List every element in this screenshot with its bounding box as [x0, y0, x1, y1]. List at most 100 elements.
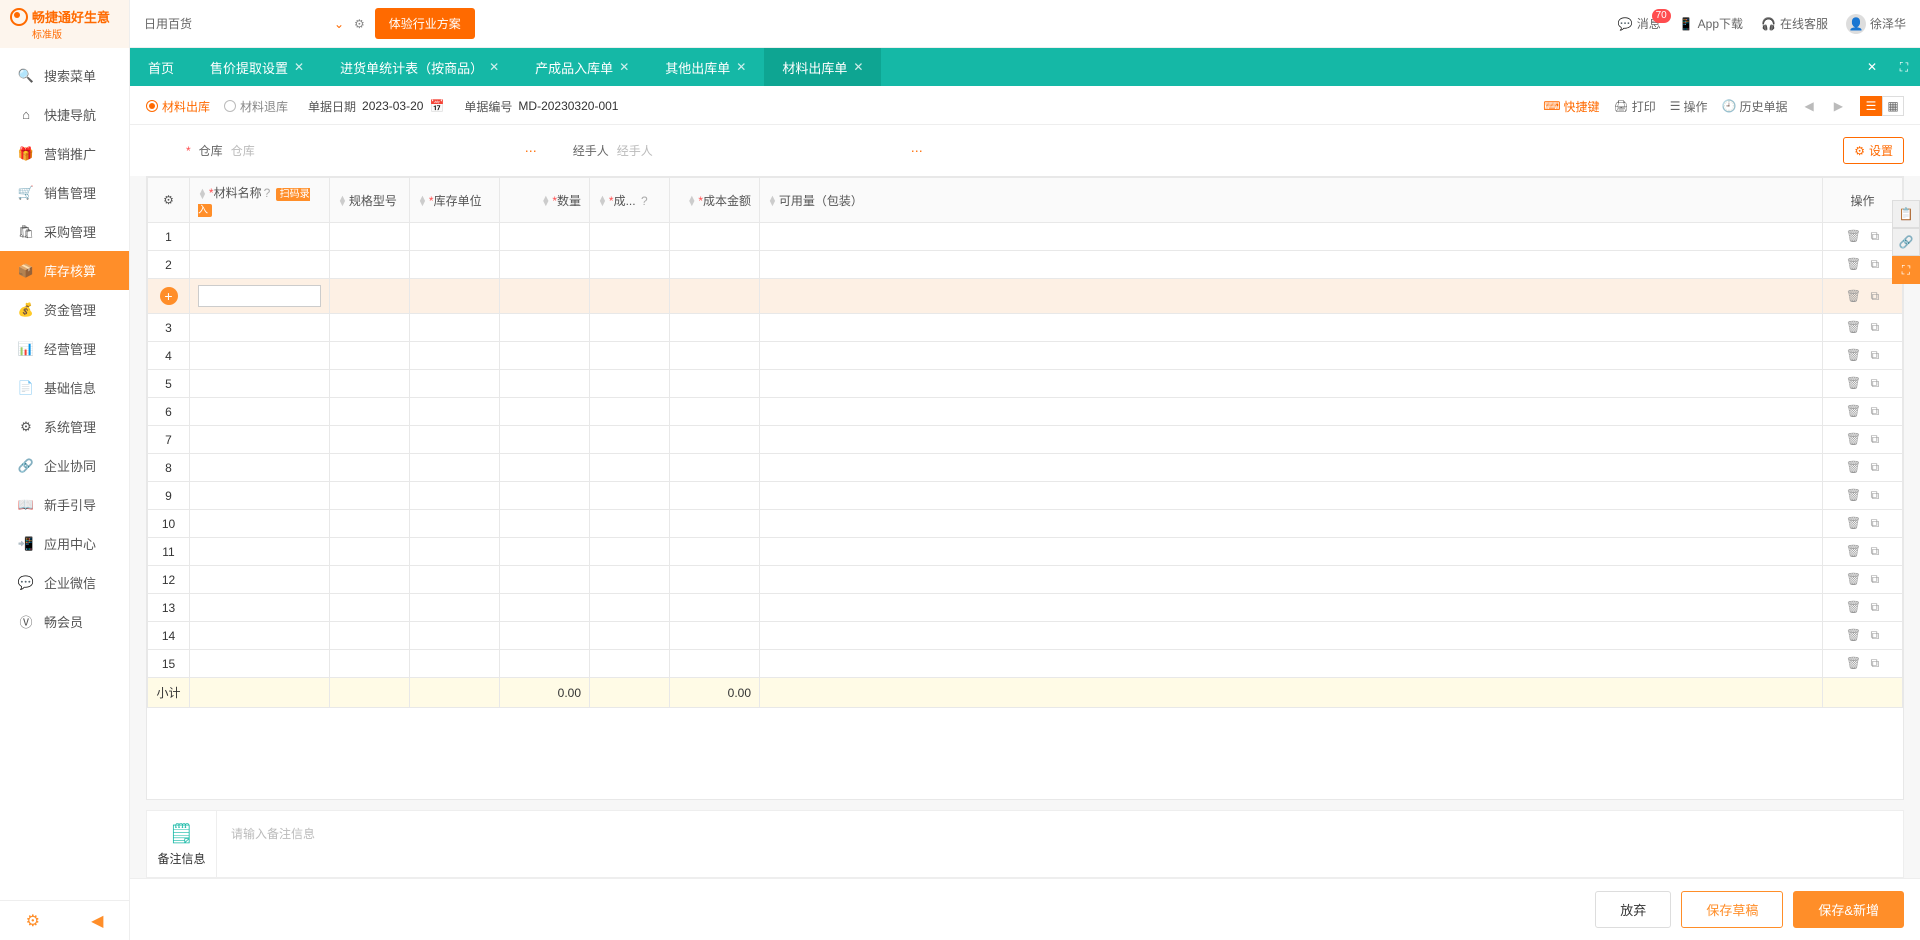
table-row[interactable]: + 🗑 ⧉	[148, 279, 1903, 314]
org-selector[interactable]: 日用百货 ⌄	[144, 15, 344, 32]
online-service-link[interactable]: 🎧 在线客服	[1761, 15, 1828, 32]
side-tool-2-icon[interactable]: 🔗	[1892, 228, 1920, 256]
calendar-icon[interactable]: 📅	[429, 99, 444, 113]
remark-input[interactable]: 请输入备注信息	[217, 811, 1903, 877]
sidebar-item-13[interactable]: 💬企业微信	[0, 563, 129, 602]
sidebar-item-12[interactable]: 📲应用中心	[0, 524, 129, 563]
trial-button[interactable]: 体验行业方案	[375, 8, 475, 39]
copy-row-icon[interactable]: ⧉	[1868, 460, 1883, 474]
table-row[interactable]: 8🗑 ⧉	[148, 454, 1903, 482]
view-grid-icon[interactable]: ▦	[1882, 96, 1904, 116]
shortcut-link[interactable]: ⌨ 快捷键	[1543, 98, 1599, 115]
table-row[interactable]: 10🗑 ⧉	[148, 510, 1903, 538]
copy-row-icon[interactable]: ⧉	[1868, 488, 1883, 502]
app-download-link[interactable]: 📱 App下载	[1679, 15, 1743, 32]
tab-4[interactable]: 其他出库单✕	[647, 48, 764, 86]
close-icon[interactable]: ✕	[853, 60, 863, 74]
col-cost-amt[interactable]: ▲▼*成本金额	[670, 178, 760, 223]
table-row[interactable]: 6🗑 ⧉	[148, 398, 1903, 426]
side-tool-1-icon[interactable]: 📋	[1892, 200, 1920, 228]
tab-3[interactable]: 产成品入库单✕	[517, 48, 647, 86]
delete-row-icon[interactable]: 🗑	[1843, 257, 1864, 271]
delete-row-icon[interactable]: 🗑	[1843, 229, 1864, 243]
tab-5[interactable]: 材料出库单✕	[764, 48, 881, 86]
delete-row-icon[interactable]: 🗑	[1843, 544, 1864, 558]
copy-row-icon[interactable]: ⧉	[1868, 628, 1883, 642]
sidebar-item-1[interactable]: ⌂快捷导航	[0, 95, 129, 134]
sidebar-item-3[interactable]: 🛒销售管理	[0, 173, 129, 212]
delete-row-icon[interactable]: 🗑	[1843, 600, 1864, 614]
close-icon[interactable]: ✕	[489, 60, 499, 74]
table-row[interactable]: 15🗑 ⧉	[148, 650, 1903, 678]
copy-row-icon[interactable]: ⧉	[1868, 516, 1883, 530]
sidebar-item-4[interactable]: 🛍采购管理	[0, 212, 129, 251]
sidebar-item-7[interactable]: 📊经营管理	[0, 329, 129, 368]
history-link[interactable]: 🕘 历史单据	[1722, 98, 1788, 115]
sidebar-item-10[interactable]: 🔗企业协同	[0, 446, 129, 485]
copy-row-icon[interactable]: ⧉	[1868, 289, 1883, 303]
collapse-sidebar-icon[interactable]: ◀	[91, 911, 103, 931]
col-material[interactable]: ▲▼*材料名称? 扫码录入	[190, 178, 330, 223]
tab-close-all-icon[interactable]: ✕	[1856, 48, 1888, 86]
sidebar-item-11[interactable]: 📖新手引导	[0, 485, 129, 524]
doc-date-value[interactable]: 2023-03-20	[362, 99, 423, 113]
tab-fullscreen-icon[interactable]: ⛶	[1888, 48, 1920, 86]
table-settings-button[interactable]: ⚙ 设置	[1843, 137, 1904, 164]
next-doc-icon[interactable]: ▶	[1831, 99, 1846, 113]
delete-row-icon[interactable]: 🗑	[1843, 348, 1864, 362]
col-settings-icon[interactable]: ⚙	[148, 178, 190, 223]
sidebar-item-8[interactable]: 📄基础信息	[0, 368, 129, 407]
table-row[interactable]: 14🗑 ⧉	[148, 622, 1903, 650]
delete-row-icon[interactable]: 🗑	[1843, 460, 1864, 474]
user-menu[interactable]: 👤 徐泽华	[1846, 14, 1906, 34]
help-icon[interactable]: ?	[641, 194, 648, 208]
copy-row-icon[interactable]: ⧉	[1868, 600, 1883, 614]
copy-row-icon[interactable]: ⧉	[1868, 257, 1883, 271]
messages-link[interactable]: 💬 消息 70	[1618, 15, 1661, 32]
sidebar-item-5[interactable]: 📦库存核算	[0, 251, 129, 290]
col-avail[interactable]: ▲▼可用量（包装）	[760, 178, 1823, 223]
delete-row-icon[interactable]: 🗑	[1843, 376, 1864, 390]
print-link[interactable]: 🖨 打印	[1614, 98, 1656, 115]
copy-row-icon[interactable]: ⧉	[1868, 376, 1883, 390]
side-tool-3-icon[interactable]: ⛶	[1892, 256, 1920, 284]
help-icon[interactable]: ?	[264, 186, 271, 200]
radio-material-return[interactable]: 材料退库	[224, 98, 288, 115]
col-cost[interactable]: ▲▼*成... ?	[590, 178, 670, 223]
handler-more-icon[interactable]: ⋯	[905, 144, 929, 158]
copy-row-icon[interactable]: ⧉	[1868, 432, 1883, 446]
copy-row-icon[interactable]: ⧉	[1868, 656, 1883, 670]
table-row[interactable]: 11🗑 ⧉	[148, 538, 1903, 566]
close-icon[interactable]: ✕	[736, 60, 746, 74]
radio-material-out[interactable]: 材料出库	[146, 98, 210, 115]
col-unit[interactable]: ▲▼*库存单位	[410, 178, 500, 223]
warehouse-more-icon[interactable]: ⋯	[519, 144, 543, 158]
save-new-button[interactable]: 保存&新增	[1793, 891, 1904, 928]
copy-row-icon[interactable]: ⧉	[1868, 320, 1883, 334]
delete-row-icon[interactable]: 🗑	[1843, 289, 1864, 303]
settings-gear-icon[interactable]: ⚙	[26, 911, 40, 931]
table-row[interactable]: 3🗑 ⧉	[148, 314, 1903, 342]
delete-row-icon[interactable]: 🗑	[1843, 516, 1864, 530]
tab-2[interactable]: 进货单统计表（按商品）✕	[322, 48, 517, 86]
operate-link[interactable]: ☰ 操作	[1670, 98, 1708, 115]
col-qty[interactable]: ▲▼*数量	[500, 178, 590, 223]
col-spec[interactable]: ▲▼规格型号	[330, 178, 410, 223]
copy-row-icon[interactable]: ⧉	[1868, 348, 1883, 362]
add-row-icon[interactable]: +	[160, 287, 178, 305]
handler-input[interactable]: 经手人	[617, 142, 897, 160]
copy-row-icon[interactable]: ⧉	[1868, 229, 1883, 243]
delete-row-icon[interactable]: 🗑	[1843, 320, 1864, 334]
sidebar-item-2[interactable]: 🎁营销推广	[0, 134, 129, 173]
copy-row-icon[interactable]: ⧉	[1868, 572, 1883, 586]
tab-1[interactable]: 售价提取设置✕	[192, 48, 322, 86]
delete-row-icon[interactable]: 🗑	[1843, 404, 1864, 418]
org-settings-icon[interactable]: ⚙	[354, 17, 365, 31]
close-icon[interactable]: ✕	[619, 60, 629, 74]
prev-doc-icon[interactable]: ◀	[1802, 99, 1817, 113]
warehouse-input[interactable]: 仓库	[231, 142, 511, 160]
sidebar-item-6[interactable]: 💰资金管理	[0, 290, 129, 329]
close-icon[interactable]: ✕	[294, 60, 304, 74]
discard-button[interactable]: 放弃	[1595, 891, 1671, 928]
save-draft-button[interactable]: 保存草稿	[1681, 891, 1783, 928]
